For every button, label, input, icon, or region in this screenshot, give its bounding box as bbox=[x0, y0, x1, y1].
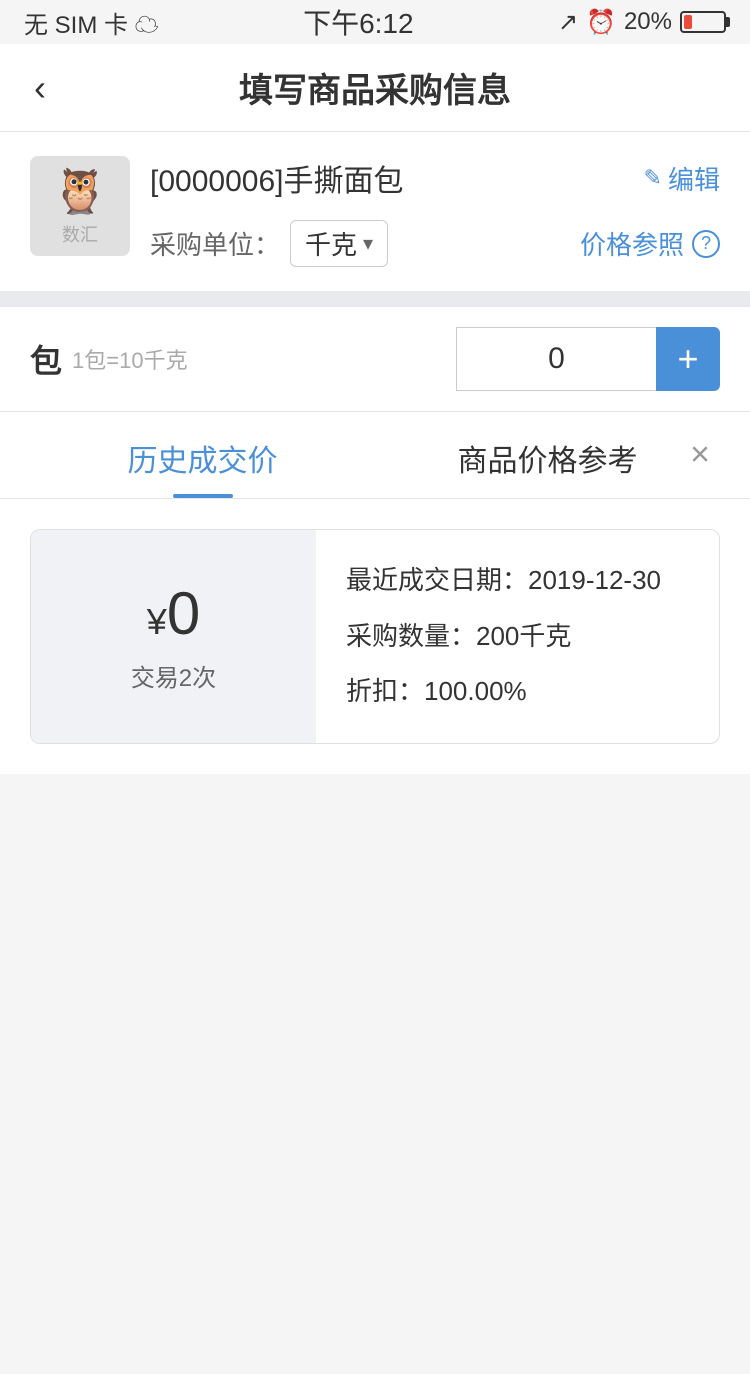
product-thumbnail: 🦉 数汇 bbox=[30, 156, 130, 256]
product-name: [0000006]手撕面包 bbox=[150, 156, 403, 200]
recent-date-value: 2019-12-30 bbox=[528, 565, 661, 595]
unit-value: 千克 bbox=[305, 225, 357, 262]
page-title: 填写商品采购信息 bbox=[239, 63, 511, 112]
product-info: [0000006]手撕面包 ✎ 编辑 采购单位： 千克 ▾ 价格参照 ? bbox=[150, 156, 720, 267]
unit-row: 采购单位： 千克 ▾ 价格参照 ? bbox=[150, 220, 720, 267]
currency-symbol: ¥ bbox=[147, 601, 167, 642]
panel-section: 历史成交价 商品价格参考 × ¥0 交易2次 最近成交日期：2019-12-30… bbox=[0, 412, 750, 774]
status-bar: 无 SIM 卡 ☁ 下午6:12 ↗ ⏰ 20% bbox=[0, 0, 750, 44]
status-time: 下午6:12 bbox=[303, 2, 414, 42]
product-name-row: [0000006]手撕面包 ✎ 编辑 bbox=[150, 156, 720, 200]
price-transactions: 交易2次 bbox=[131, 658, 216, 693]
quantity-plus-button[interactable]: + bbox=[656, 327, 720, 391]
recent-date-label: 最近成交日期： bbox=[346, 565, 528, 595]
alarm-icon: ⏰ bbox=[586, 8, 616, 37]
page-background bbox=[0, 774, 750, 1374]
quantity-unit: 包 bbox=[30, 336, 62, 382]
recent-date-row: 最近成交日期：2019-12-30 bbox=[346, 560, 689, 602]
unit-label: 采购单位： 千克 ▾ bbox=[150, 220, 388, 267]
price-amount: ¥0 bbox=[147, 579, 200, 648]
discount-label: 折扣： bbox=[346, 676, 424, 706]
unit-selector[interactable]: 千克 ▾ bbox=[290, 220, 388, 267]
tab-price-reference[interactable]: 商品价格参考 bbox=[375, 412, 720, 498]
product-logo-label: 数汇 bbox=[62, 221, 98, 247]
purchase-quantity-value: 200千克 bbox=[476, 621, 571, 651]
product-section: 🦉 数汇 [0000006]手撕面包 ✎ 编辑 采购单位： 千克 ▾ bbox=[0, 132, 750, 291]
purchase-quantity-label: 采购数量： bbox=[346, 621, 476, 651]
edit-icon: ✎ bbox=[644, 165, 662, 191]
product-row: 🦉 数汇 [0000006]手撕面包 ✎ 编辑 采购单位： 千克 ▾ bbox=[30, 156, 720, 267]
thumb-inner: 🦉 数汇 bbox=[53, 165, 108, 247]
price-ref-button[interactable]: 价格参照 ? bbox=[580, 225, 720, 262]
header: ‹ 填写商品采购信息 bbox=[0, 44, 750, 132]
discount-value: 100.00% bbox=[424, 676, 527, 706]
price-card-left: ¥0 交易2次 bbox=[31, 530, 316, 743]
back-button[interactable]: ‹ bbox=[24, 57, 56, 119]
edit-label: 编辑 bbox=[668, 160, 720, 197]
quantity-input[interactable]: 0 bbox=[456, 327, 656, 391]
product-logo-icon: 🦉 bbox=[53, 165, 108, 217]
price-ref-label: 价格参照 bbox=[580, 225, 684, 262]
status-left: 无 SIM 卡 ☁ bbox=[24, 5, 159, 40]
unit-label-text: 采购单位： bbox=[150, 225, 280, 262]
network-status: 无 SIM 卡 ☁ bbox=[24, 5, 159, 40]
status-right: ↗ ⏰ 20% bbox=[558, 8, 726, 37]
panel-close-button[interactable]: × bbox=[680, 426, 720, 485]
section-divider bbox=[0, 291, 750, 307]
quantity-label: 包 1包=10千克 bbox=[30, 336, 188, 382]
battery-icon bbox=[680, 11, 726, 33]
price-card: ¥0 交易2次 最近成交日期：2019-12-30 采购数量：200千克 折扣：… bbox=[30, 529, 720, 744]
discount-row: 折扣：100.00% bbox=[346, 671, 689, 713]
help-icon: ? bbox=[692, 230, 720, 258]
tab-history-price[interactable]: 历史成交价 bbox=[30, 412, 375, 498]
panel-content: ¥0 交易2次 最近成交日期：2019-12-30 采购数量：200千克 折扣：… bbox=[0, 499, 750, 774]
purchase-quantity-row: 采购数量：200千克 bbox=[346, 616, 689, 658]
dropdown-arrow-icon: ▾ bbox=[363, 231, 373, 256]
price-card-right: 最近成交日期：2019-12-30 采购数量：200千克 折扣：100.00% bbox=[316, 530, 719, 743]
quantity-control: 0 + bbox=[456, 327, 720, 391]
quantity-section: 包 1包=10千克 0 + bbox=[0, 307, 750, 412]
battery-percent: 20% bbox=[624, 8, 672, 36]
quantity-ratio: 1包=10千克 bbox=[72, 343, 188, 375]
location-icon: ↗ bbox=[558, 8, 578, 37]
price-value: 0 bbox=[167, 580, 200, 647]
panel-tabs: 历史成交价 商品价格参考 × bbox=[0, 412, 750, 499]
edit-button[interactable]: ✎ 编辑 bbox=[644, 160, 720, 197]
